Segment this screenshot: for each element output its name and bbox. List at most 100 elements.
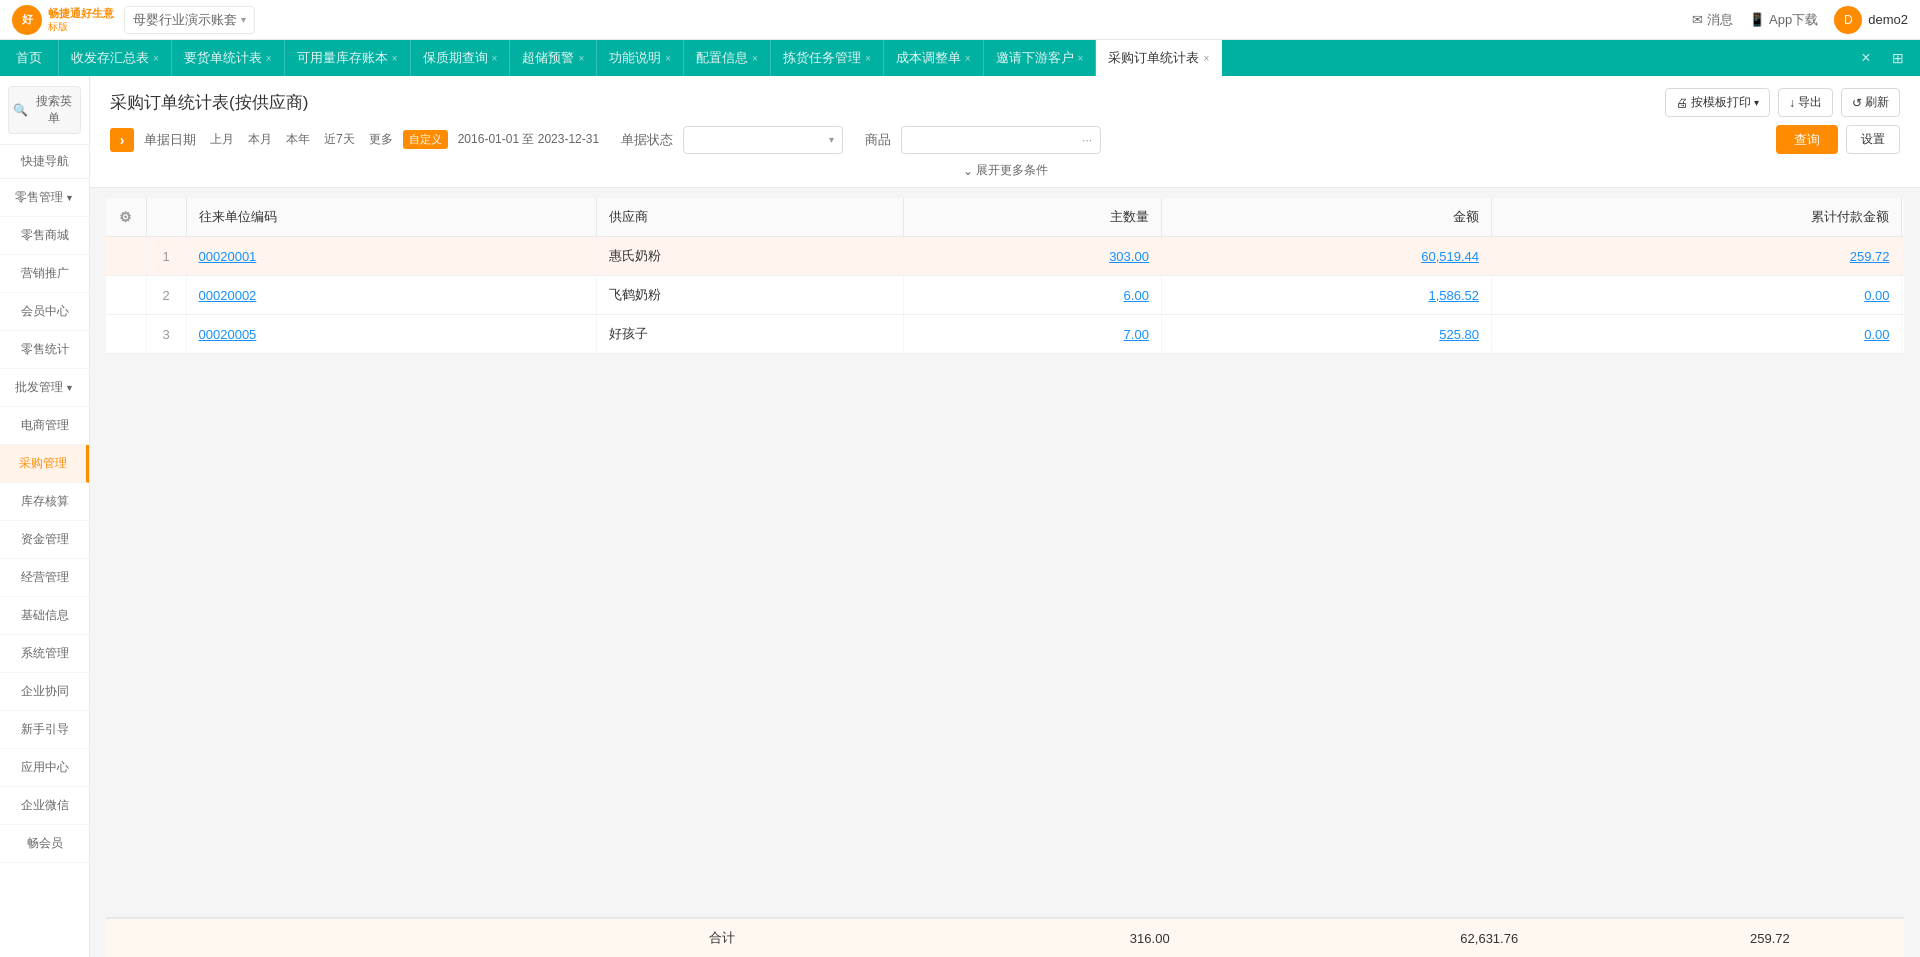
app-download-button[interactable]: 📱 App下载: [1749, 11, 1818, 29]
amount[interactable]: 60,519.44: [1161, 237, 1491, 276]
supplier-code[interactable]: 00020005: [186, 315, 596, 354]
query-button[interactable]: 查询: [1776, 125, 1838, 154]
sidebar-item-member-center[interactable]: 会员中心: [0, 293, 89, 331]
supplier-name: 飞鹤奶粉: [596, 276, 903, 315]
main-qty[interactable]: 7.00: [903, 315, 1161, 354]
close-icon[interactable]: ×: [392, 53, 398, 64]
row-settings: [106, 315, 146, 354]
tab-available-inventory[interactable]: 可用量库存账本×: [285, 40, 411, 76]
tab-config-info[interactable]: 配置信息×: [684, 40, 771, 76]
tab-purchase-order-stats[interactable]: 采购订单统计表×: [1096, 40, 1222, 76]
ellipsis-icon: ···: [1082, 133, 1092, 147]
sidebar-item-system-mgmt[interactable]: 系统管理: [0, 635, 89, 673]
shortcut-last-month[interactable]: 上月: [206, 129, 238, 150]
shortcut-7-days[interactable]: 近7天: [320, 129, 359, 150]
sidebar-item-member[interactable]: 畅会员: [0, 825, 89, 863]
close-icon[interactable]: ×: [965, 53, 971, 64]
tab-menu-button[interactable]: ⊞: [1884, 44, 1912, 72]
tab-receive-summary[interactable]: 收发存汇总表×: [59, 40, 172, 76]
close-icon[interactable]: ×: [492, 53, 498, 64]
message-icon: ✉: [1692, 12, 1703, 27]
table-section: ⚙ 往来单位编码 供应商 主数量 金额 累计付款金额 1: [90, 188, 1920, 917]
close-icon[interactable]: ×: [1203, 53, 1209, 64]
sidebar-item-retail-stats[interactable]: 零售统计: [0, 331, 89, 369]
cumulative-paid[interactable]: 0.00: [1492, 276, 1902, 315]
logo-area: 好 畅捷通好生意 标版: [12, 5, 114, 35]
export-button[interactable]: ↓ 导出: [1778, 88, 1833, 117]
status-select[interactable]: ▾: [683, 126, 843, 154]
sidebar-item-app-center[interactable]: 应用中心: [0, 749, 89, 787]
data-table: ⚙ 往来单位编码 供应商 主数量 金额 累计付款金额 1: [106, 198, 1904, 354]
goods-filter-label: 商品: [865, 131, 891, 149]
tab-purchase-stats[interactable]: 要货单统计表×: [172, 40, 285, 76]
tab-home[interactable]: 首页: [0, 40, 59, 76]
close-icon[interactable]: ×: [266, 53, 272, 64]
table-row: 2 00020002 飞鹤奶粉 6.00 1,586.52 0.00: [106, 276, 1904, 315]
tab-cost-adjust[interactable]: 成本调整单×: [884, 40, 984, 76]
row-num: 1: [146, 237, 186, 276]
date-range-display: 2016-01-01 至 2023-12-31: [458, 131, 599, 148]
settings-column-header[interactable]: ⚙: [106, 198, 146, 237]
sidebar-item-retail-mgmt[interactable]: 零售管理 ▼: [0, 179, 89, 217]
sidebar: 🔍 搜索英单 快捷导航 零售管理 ▼ 零售商城 营销推广 会员中心 零售统计 批…: [0, 76, 90, 957]
sidebar-item-basic-info[interactable]: 基础信息: [0, 597, 89, 635]
sidebar-item-wholesale-mgmt[interactable]: 批发管理 ▼: [0, 369, 89, 407]
search-button[interactable]: 🔍 搜索英单: [0, 76, 89, 145]
tab-close-all-button[interactable]: ×: [1852, 44, 1880, 72]
tab-overstock-alert[interactable]: 超储预警×: [510, 40, 597, 76]
shortcut-this-month[interactable]: 本月: [244, 129, 276, 150]
refresh-button[interactable]: ↺ 刷新: [1841, 88, 1900, 117]
tab-expiry-query[interactable]: 保质期查询×: [411, 40, 511, 76]
expand-more-button[interactable]: ⌄ 展开更多条件: [963, 162, 1048, 179]
main-qty[interactable]: 6.00: [903, 276, 1161, 315]
close-icon[interactable]: ×: [865, 53, 871, 64]
amount[interactable]: 525.80: [1161, 315, 1491, 354]
cumulative-paid[interactable]: 259.72: [1492, 237, 1902, 276]
custom-badge[interactable]: 自定义: [403, 130, 448, 149]
sidebar-item-operation-mgmt[interactable]: 经营管理: [0, 559, 89, 597]
template-print-button[interactable]: 🖨 按模板打印 ▾: [1665, 88, 1770, 117]
shortcut-more[interactable]: 更多: [365, 129, 397, 150]
chevron-down-icon: ⌄: [963, 164, 973, 178]
close-icon[interactable]: ×: [1078, 53, 1084, 64]
settings-button[interactable]: 设置: [1846, 125, 1900, 154]
goods-input[interactable]: ···: [901, 126, 1101, 154]
user-avatar[interactable]: D demo2: [1834, 6, 1908, 34]
sidebar-item-enterprise-wechat[interactable]: 企业微信: [0, 787, 89, 825]
sidebar-item-retail-shop[interactable]: 零售商城: [0, 217, 89, 255]
close-icon[interactable]: ×: [665, 53, 671, 64]
supplier-column-header: 供应商: [596, 198, 903, 237]
tab-function-desc[interactable]: 功能说明×: [597, 40, 684, 76]
refresh-icon: ↺: [1852, 96, 1862, 110]
sidebar-item-enterprise-coop[interactable]: 企业协同: [0, 673, 89, 711]
supplier-name: 好孩子: [596, 315, 903, 354]
tab-invite-downstream[interactable]: 邀请下游客户×: [984, 40, 1097, 76]
close-icon[interactable]: ×: [752, 53, 758, 64]
amount[interactable]: 1,586.52: [1161, 276, 1491, 315]
workspace-selector[interactable]: 母婴行业演示账套 ▾: [124, 6, 255, 34]
date-filter-label: 单据日期: [144, 131, 196, 149]
filter-toggle-button[interactable]: ›: [110, 128, 134, 152]
logo-icon: 好: [12, 5, 42, 35]
quick-nav-button[interactable]: 快捷导航: [0, 145, 89, 179]
row-num: 2: [146, 276, 186, 315]
main-qty[interactable]: 303.00: [903, 237, 1161, 276]
sidebar-item-newbie-guide[interactable]: 新手引导: [0, 711, 89, 749]
status-filter-label: 单据状态: [621, 131, 673, 149]
page-header: 采购订单统计表(按供应商) 🖨 按模板打印 ▾ ↓ 导出 ↺ 刷新: [90, 76, 1920, 188]
close-icon[interactable]: ×: [578, 53, 584, 64]
supplier-code[interactable]: 00020002: [186, 276, 596, 315]
supplier-code[interactable]: 00020001: [186, 237, 596, 276]
cumulative-paid[interactable]: 0.00: [1492, 315, 1902, 354]
logo-text: 畅捷通好生意 标版: [48, 6, 114, 33]
sidebar-item-inventory-check[interactable]: 库存核算: [0, 483, 89, 521]
sidebar-item-purchase-mgmt[interactable]: 采购管理: [0, 445, 89, 483]
chevron-down-icon: ▼: [65, 193, 74, 203]
tab-pick-task[interactable]: 拣货任务管理×: [771, 40, 884, 76]
close-icon[interactable]: ×: [153, 53, 159, 64]
sidebar-item-marketing[interactable]: 营销推广: [0, 255, 89, 293]
sidebar-item-ecommerce[interactable]: 电商管理: [0, 407, 89, 445]
sidebar-item-finance-mgmt[interactable]: 资金管理: [0, 521, 89, 559]
message-button[interactable]: ✉ 消息: [1692, 11, 1733, 29]
shortcut-this-year[interactable]: 本年: [282, 129, 314, 150]
